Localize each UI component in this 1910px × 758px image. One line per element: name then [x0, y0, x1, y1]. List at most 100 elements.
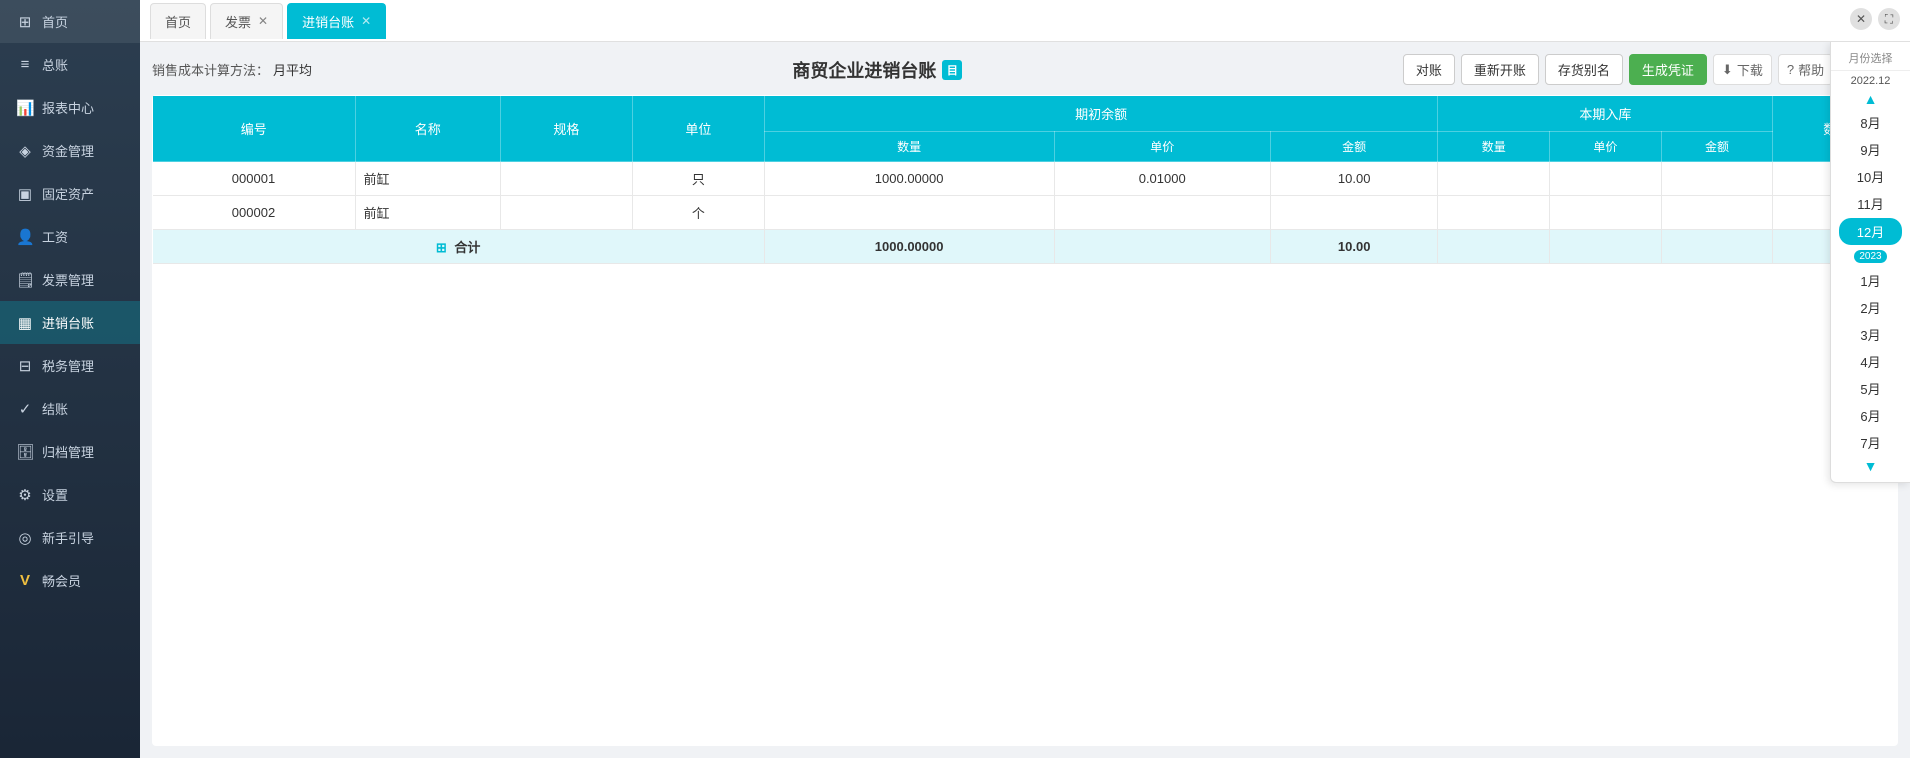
col-header-unit: 单位 — [632, 96, 764, 162]
reconcile-button[interactable]: 对账 — [1403, 54, 1455, 85]
month-item-3[interactable]: 3月 — [1831, 321, 1910, 348]
month-item-1[interactable]: 1月 — [1831, 267, 1910, 294]
cell-qichu-price: 0.01000 — [1054, 162, 1270, 196]
month-scroll-down-button[interactable]: ▼ — [1831, 456, 1910, 476]
sidebar-item-label: 税务管理 — [42, 356, 94, 375]
sidebar-item-tax-management[interactable]: ⊟ 税务管理 — [0, 344, 140, 387]
col-sub-ruku-amount: 金额 — [1661, 132, 1773, 162]
total-qichu-qty: 1000.00000 — [764, 230, 1054, 264]
member-icon: V — [16, 572, 34, 589]
guide-icon: ◎ — [16, 529, 34, 547]
tab-inventory[interactable]: 进销台账 ✕ — [287, 3, 386, 39]
col-header-name: 名称 — [355, 96, 500, 162]
col-sub-qichu-qty: 数量 — [764, 132, 1054, 162]
month-item-7[interactable]: 7月 — [1831, 429, 1910, 456]
sidebar-item-fixed-assets[interactable]: ▣ 固定资产 — [0, 172, 140, 215]
sidebar-item-label: 报表中心 — [42, 98, 94, 117]
month-item-5[interactable]: 5月 — [1831, 375, 1910, 402]
title-edit-icon[interactable]: 目 — [942, 60, 962, 80]
year-2023-badge: 2023 — [1854, 250, 1886, 263]
cost-method-value: 月平均 — [273, 60, 312, 79]
book-icon: ≡ — [16, 56, 34, 73]
tab-inventory-close[interactable]: ✕ — [361, 15, 371, 27]
sidebar-item-label: 工资 — [42, 227, 68, 246]
sidebar-item-label: 发票管理 — [42, 270, 94, 289]
sidebar-item-inventory[interactable]: ▦ 进销台账 — [0, 301, 140, 344]
table-row: 000001 前缸 只 1000.00000 0.01000 10.00 — [153, 162, 1898, 196]
month-item-11[interactable]: 11月 — [1831, 190, 1910, 217]
sidebar-item-label: 新手引导 — [42, 528, 94, 547]
month-scroll-up-button[interactable]: ▲ — [1831, 89, 1910, 109]
total-qichu-amount: 10.00 — [1270, 230, 1438, 264]
year-2022-label: 2022.12 — [1831, 73, 1910, 89]
cell-ruku-qty — [1438, 196, 1550, 230]
cell-qichu-amount — [1270, 196, 1438, 230]
tab-invoice-close[interactable]: ✕ — [258, 15, 268, 27]
sidebar-item-guide[interactable]: ◎ 新手引导 — [0, 516, 140, 559]
col-header-qichu: 期初余额 — [764, 96, 1438, 132]
window-controls: ✕ ⛶ — [1850, 8, 1900, 30]
tax-icon: ⊟ — [16, 357, 34, 375]
download-button[interactable]: ⬇ 下载 — [1713, 54, 1772, 85]
gear-icon: ⚙ — [16, 486, 34, 504]
col-header-spec: 规格 — [500, 96, 632, 162]
sidebar-item-invoice-management[interactable]: 🗒 发票管理 — [0, 258, 140, 301]
sidebar-item-fund-management[interactable]: ◈ 资金管理 — [0, 129, 140, 172]
tab-home-label: 首页 — [165, 12, 191, 31]
col-header-id: 编号 — [153, 96, 356, 162]
sidebar-item-payroll[interactable]: 👤 工资 — [0, 215, 140, 258]
month-item-6[interactable]: 6月 — [1831, 402, 1910, 429]
sidebar-item-settings[interactable]: ⚙ 设置 — [0, 473, 140, 516]
cell-id: 000002 — [153, 196, 356, 230]
tab-invoice[interactable]: 发票 ✕ — [210, 3, 283, 39]
month-item-2[interactable]: 2月 — [1831, 294, 1910, 321]
maximize-window-button[interactable]: ⛶ — [1878, 8, 1900, 30]
sidebar-item-general-ledger[interactable]: ≡ 总账 — [0, 43, 140, 86]
cell-spec — [500, 196, 632, 230]
close-window-button[interactable]: ✕ — [1850, 8, 1872, 30]
chart-icon: 📊 — [16, 99, 34, 117]
help-button[interactable]: ? 帮助 — [1778, 54, 1833, 85]
total-qichu-price — [1054, 230, 1270, 264]
reopen-button[interactable]: 重新开账 — [1461, 54, 1539, 85]
sidebar-item-member[interactable]: V 畅会员 — [0, 559, 140, 602]
cell-ruku-amount — [1661, 162, 1773, 196]
help-icon: ? — [1787, 62, 1794, 77]
sidebar-item-archive[interactable]: 🗄 归档管理 — [0, 430, 140, 473]
save-alias-button[interactable]: 存货别名 — [1545, 54, 1623, 85]
table-row: 000002 前缸 个 — [153, 196, 1898, 230]
toolbar-buttons: 对账 重新开账 存货别名 生成凭证 ⬇ 下载 ? 帮助 ↻ 刷新 — [1403, 54, 1898, 85]
tab-home[interactable]: 首页 — [150, 3, 206, 39]
month-item-10[interactable]: 10月 — [1831, 163, 1910, 190]
sidebar-item-label: 首页 — [42, 12, 68, 31]
cost-method-section: 销售成本计算方法： 月平均 — [152, 60, 352, 79]
year-2023-row: 2023 — [1831, 246, 1910, 267]
sidebar-item-label: 资金管理 — [42, 141, 94, 160]
month-item-12[interactable]: 12月 — [1839, 218, 1902, 245]
home-icon: ⊞ — [16, 13, 34, 31]
cell-ruku-price — [1550, 196, 1662, 230]
month-item-8[interactable]: 8月 — [1831, 109, 1910, 136]
sidebar-item-report-center[interactable]: 📊 报表中心 — [0, 86, 140, 129]
sidebar-item-home[interactable]: ⊞ 首页 — [0, 0, 140, 43]
main-area: 首页 发票 ✕ 进销台账 ✕ ✕ ⛶ 销售成本计算方法： 月平均 商贸企业进销台… — [140, 0, 1910, 758]
month-item-9[interactable]: 9月 — [1831, 136, 1910, 163]
total-icon: ⊞ — [436, 240, 447, 255]
payroll-icon: 👤 — [16, 228, 34, 246]
generate-voucher-button[interactable]: 生成凭证 — [1629, 54, 1707, 85]
month-item-4[interactable]: 4月 — [1831, 348, 1910, 375]
cell-qichu-qty: 1000.00000 — [764, 162, 1054, 196]
sidebar-item-label: 畅会员 — [42, 571, 81, 590]
content-area: 销售成本计算方法： 月平均 商贸企业进销台账 目 对账 重新开账 存货别名 生成… — [140, 42, 1910, 758]
download-icon: ⬇ — [1722, 62, 1733, 78]
cell-unit: 个 — [632, 196, 764, 230]
total-ruku-qty — [1438, 230, 1550, 264]
sidebar-item-period-end[interactable]: ✓ 结账 — [0, 387, 140, 430]
cost-method-label: 销售成本计算方法： — [152, 60, 269, 79]
table-wrapper: 编号 名称 规格 单位 期初余额 本期入库 数... 数量 单价 金额 数量 单… — [152, 95, 1898, 746]
cell-name: 前缸 — [355, 162, 500, 196]
cell-ruku-qty — [1438, 162, 1550, 196]
tab-invoice-label: 发票 — [225, 12, 251, 31]
cell-unit: 只 — [632, 162, 764, 196]
tab-bar: 首页 发票 ✕ 进销台账 ✕ ✕ ⛶ — [140, 0, 1910, 42]
